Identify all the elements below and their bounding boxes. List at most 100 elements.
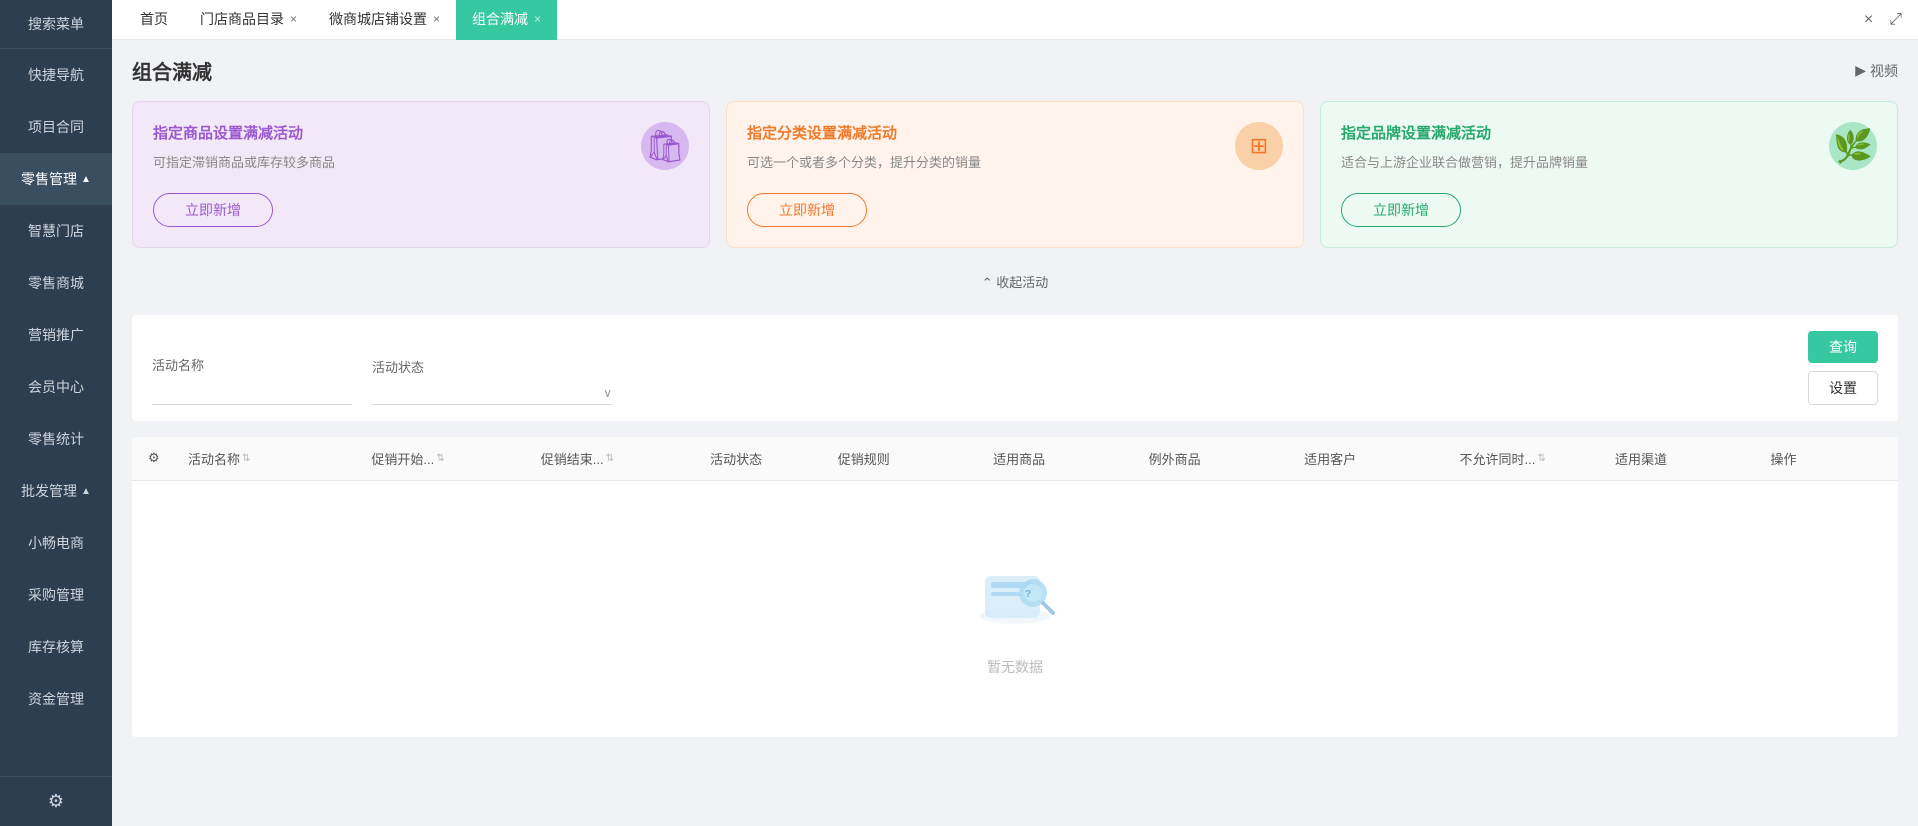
th-goods: 适用商品 (985, 449, 1140, 468)
brand-promo-btn[interactable]: 立即新增 (1341, 193, 1461, 227)
sidebar-item-quick-nav[interactable]: 快捷导航 (0, 49, 112, 101)
sidebar-item-label: 采购管理 (28, 585, 84, 605)
th-status: 活动状态 (702, 449, 830, 468)
play-icon: ▶ (1855, 62, 1866, 79)
activity-name-input[interactable] (152, 380, 352, 405)
sidebar-item-retail-stats[interactable]: 零售统计 (0, 413, 112, 465)
sidebar-item-purchase-mgmt[interactable]: 采购管理 (0, 569, 112, 621)
th-rule: 促销规则 (830, 449, 985, 468)
page-title: 组合满减 (132, 56, 212, 85)
th-end: 促销结束... ⇅ (533, 449, 702, 468)
tab-bar-actions: × ⤢ (1860, 7, 1906, 33)
tab-combo-discount[interactable]: 组合满减 × (456, 0, 557, 40)
activity-name-field: 活动名称 (152, 355, 352, 405)
brand-promo-title: 指定品牌设置满减活动 (1341, 122, 1877, 143)
sidebar-item-label: 小畅电商 (28, 533, 84, 553)
product-promo-icon: 🛍 (641, 122, 689, 170)
sidebar-item-finance-mgmt[interactable]: 资金管理 (0, 673, 112, 725)
th-rule-label: 促销规则 (838, 449, 890, 468)
activity-status-select[interactable]: ∨ (372, 382, 612, 405)
tab-home-label: 首页 (140, 9, 168, 29)
activity-status-field: 活动状态 ∨ (372, 357, 612, 405)
sidebar-item-stock-check[interactable]: 库存核算 (0, 621, 112, 673)
setting-button[interactable]: 设置 (1808, 371, 1878, 405)
chevron-down-icon: ∨ (603, 386, 612, 400)
category-promo-icon: ⊞ (1235, 122, 1283, 170)
tab-store-catalog-label: 门店商品目录 (200, 9, 284, 29)
close-icon[interactable]: × (290, 12, 297, 26)
tab-bar: 首页 门店商品目录 × 微商城店铺设置 × 组合满减 × × ⤢ (112, 0, 1918, 40)
category-promo-card: ⊞ 指定分类设置满减活动 可选一个或者多个分类，提升分类的销量 立即新增 (726, 101, 1304, 248)
sidebar-search[interactable]: 搜索菜单 (0, 0, 112, 49)
video-label: 视频 (1870, 61, 1898, 81)
sidebar-item-project-contract[interactable]: 项目合同 (0, 101, 112, 153)
tab-store-catalog[interactable]: 门店商品目录 × (184, 0, 313, 40)
empty-state: ? 暂无数据 (132, 481, 1898, 737)
search-buttons: 查询 设置 (1808, 331, 1878, 405)
th-name: 活动名称 ⇅ (180, 449, 363, 468)
th-name-label: 活动名称 (188, 449, 240, 468)
sidebar-item-label: 资金管理 (28, 689, 84, 709)
th-action-label: 操作 (1770, 449, 1796, 468)
sidebar-item-label: 会员中心 (28, 377, 84, 397)
close-icon[interactable]: × (433, 12, 440, 26)
sidebar-item-label: 智慧门店 (28, 221, 84, 241)
main-area: 首页 门店商品目录 × 微商城店铺设置 × 组合满减 × × ⤢ 组合满减 ▶ … (112, 0, 1918, 826)
product-promo-desc: 可指定滞销商品或库存较多商品 (153, 153, 689, 173)
sidebar-item-member-center[interactable]: 会员中心 (0, 361, 112, 413)
expand-window-icon[interactable]: ⤢ (1885, 7, 1906, 33)
sidebar-item-label: 零售管理 (21, 169, 77, 189)
tab-combo-discount-label: 组合满减 (472, 9, 528, 29)
sidebar-item-wholesale-mgmt[interactable]: 批发管理 ▲ (0, 465, 112, 517)
product-promo-btn[interactable]: 立即新增 (153, 193, 273, 227)
sidebar-item-label: 快捷导航 (28, 65, 84, 85)
sidebar-item-label: 营销推广 (28, 325, 84, 345)
th-end-label: 促销结束... (541, 449, 604, 468)
sidebar-item-retail-mgmt[interactable]: 零售管理 ▲ (0, 153, 112, 205)
th-settings[interactable]: ⚙ (140, 450, 180, 466)
sidebar-item-retail-mall[interactable]: 零售商城 (0, 257, 112, 309)
close-icon[interactable]: × (534, 12, 541, 26)
th-channel: 适用渠道 (1607, 449, 1762, 468)
tab-micro-shop-settings[interactable]: 微商城店铺设置 × (313, 0, 456, 40)
th-customer-label: 适用客户 (1304, 449, 1356, 468)
close-window-icon[interactable]: × (1860, 7, 1877, 33)
tab-micro-shop-settings-label: 微商城店铺设置 (329, 9, 427, 29)
th-status-label: 活动状态 (710, 449, 762, 468)
expand-icon: ▲ (81, 486, 91, 497)
th-notsame-label: 不允许同时... (1460, 449, 1536, 468)
brand-promo-desc: 适合与上游企业联合做营销，提升品牌销量 (1341, 153, 1877, 173)
sidebar-item-marketing[interactable]: 营销推广 (0, 309, 112, 361)
sidebar-bottom: ⚙ (0, 776, 112, 826)
empty-label: 暂无数据 (987, 657, 1043, 677)
empty-illustration: ? (965, 541, 1065, 641)
query-button[interactable]: 查询 (1808, 331, 1878, 363)
sidebar: 搜索菜单 快捷导航 项目合同 零售管理 ▲ 智慧门店 零售商城 营销推广 会员中… (0, 0, 112, 826)
product-promo-title: 指定商品设置满减活动 (153, 122, 689, 143)
svg-text:?: ? (1025, 589, 1031, 600)
video-link[interactable]: ▶ 视频 (1855, 61, 1898, 81)
sort-icon[interactable]: ⇅ (242, 453, 250, 464)
activity-name-label: 活动名称 (152, 355, 352, 374)
th-goods-label: 适用商品 (993, 449, 1045, 468)
sidebar-item-label: 项目合同 (28, 117, 84, 137)
sort-icon[interactable]: ⇅ (1537, 453, 1545, 464)
th-customer: 适用客户 (1296, 449, 1451, 468)
th-except: 例外商品 (1141, 449, 1296, 468)
collapse-bar[interactable]: ⌃ 收起活动 (132, 264, 1898, 299)
sort-icon[interactable]: ⇅ (436, 453, 444, 464)
sort-icon[interactable]: ⇅ (606, 453, 614, 464)
tab-home[interactable]: 首页 (124, 0, 184, 40)
brand-promo-card: 🌿 指定品牌设置满减活动 适合与上游企业联合做营销，提升品牌销量 立即新增 (1320, 101, 1898, 248)
category-promo-btn[interactable]: 立即新增 (747, 193, 867, 227)
sidebar-item-label: 零售商城 (28, 273, 84, 293)
th-notsame: 不允许同时... ⇅ (1452, 449, 1607, 468)
sidebar-item-smart-store[interactable]: 智慧门店 (0, 205, 112, 257)
sidebar-item-xiaochangec[interactable]: 小畅电商 (0, 517, 112, 569)
gear-icon[interactable]: ⚙ (48, 791, 64, 811)
th-start: 促销开始... ⇅ (363, 449, 532, 468)
page-header: 组合满减 ▶ 视频 (132, 56, 1898, 85)
sidebar-item-label: 批发管理 (21, 481, 77, 501)
category-promo-desc: 可选一个或者多个分类，提升分类的销量 (747, 153, 1283, 173)
th-channel-label: 适用渠道 (1615, 449, 1667, 468)
